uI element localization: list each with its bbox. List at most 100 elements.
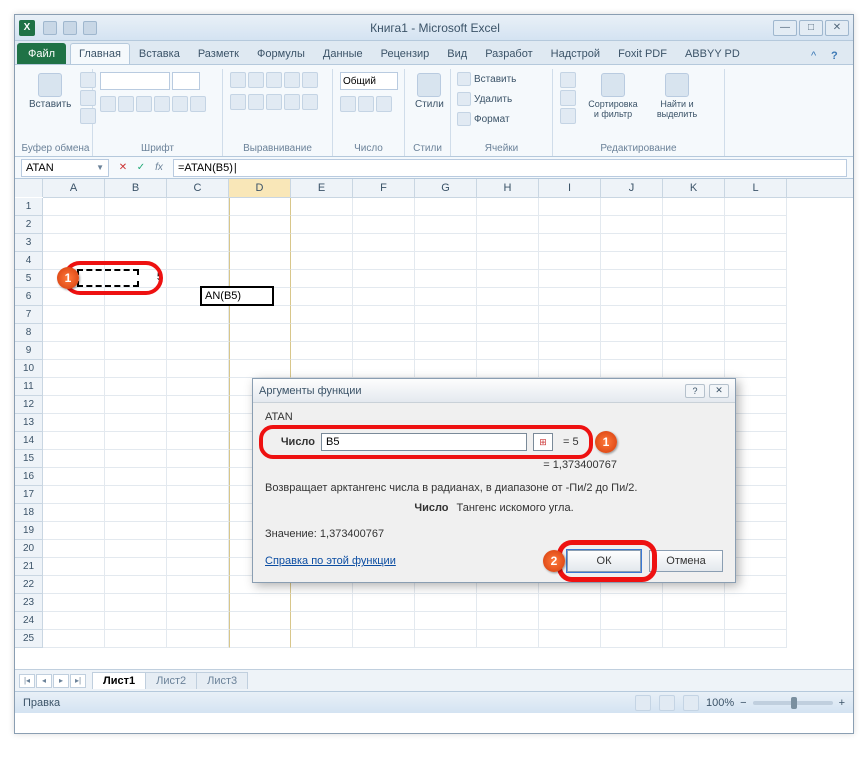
- cell-I10[interactable]: [539, 360, 601, 378]
- cell-B7[interactable]: [105, 306, 167, 324]
- cell-D7[interactable]: [229, 306, 291, 324]
- arg-input[interactable]: [321, 433, 527, 451]
- cell-J1[interactable]: [601, 198, 663, 216]
- cell-I7[interactable]: [539, 306, 601, 324]
- cell-L6[interactable]: [725, 288, 787, 306]
- cell-J5[interactable]: [601, 270, 663, 288]
- select-all-button[interactable]: [15, 179, 43, 197]
- cell-A2[interactable]: [43, 216, 105, 234]
- cell-J24[interactable]: [601, 612, 663, 630]
- merge-icon[interactable]: [302, 94, 318, 110]
- cell-H6[interactable]: [477, 288, 539, 306]
- row-head-25[interactable]: 25: [15, 630, 43, 648]
- col-head-K[interactable]: K: [663, 179, 725, 197]
- cell-A13[interactable]: [43, 414, 105, 432]
- minimize-button[interactable]: —: [773, 20, 797, 36]
- tab-abbyy[interactable]: ABBYY PD: [676, 43, 749, 64]
- sheet-tab-2[interactable]: Лист2: [145, 672, 197, 689]
- cell-H10[interactable]: [477, 360, 539, 378]
- cell-C10[interactable]: [167, 360, 229, 378]
- cell-C23[interactable]: [167, 594, 229, 612]
- cell-A3[interactable]: [43, 234, 105, 252]
- cell-K9[interactable]: [663, 342, 725, 360]
- wrap-text-icon[interactable]: [302, 72, 318, 88]
- cell-F24[interactable]: [353, 612, 415, 630]
- cell-K25[interactable]: [663, 630, 725, 648]
- cell-I9[interactable]: [539, 342, 601, 360]
- cell-G24[interactable]: [415, 612, 477, 630]
- cell-C4[interactable]: [167, 252, 229, 270]
- cell-H1[interactable]: [477, 198, 539, 216]
- cell-I4[interactable]: [539, 252, 601, 270]
- cell-H9[interactable]: [477, 342, 539, 360]
- delete-cells-button[interactable]: Удалить: [457, 92, 512, 106]
- cell-B17[interactable]: [105, 486, 167, 504]
- cell-A16[interactable]: [43, 468, 105, 486]
- align-top-icon[interactable]: [230, 72, 246, 88]
- cell-G23[interactable]: [415, 594, 477, 612]
- cell-F7[interactable]: [353, 306, 415, 324]
- cell-D4[interactable]: [229, 252, 291, 270]
- formula-input[interactable]: =ATAN(B5): [173, 159, 847, 177]
- cell-L1[interactable]: [725, 198, 787, 216]
- cell-A19[interactable]: [43, 522, 105, 540]
- minimize-ribbon-icon[interactable]: ^: [811, 50, 825, 64]
- col-head-D[interactable]: D: [229, 179, 291, 197]
- cell-C15[interactable]: [167, 450, 229, 468]
- cell-B18[interactable]: [105, 504, 167, 522]
- cell-A23[interactable]: [43, 594, 105, 612]
- cell-B25[interactable]: [105, 630, 167, 648]
- cell-K5[interactable]: [663, 270, 725, 288]
- insert-cells-button[interactable]: Вставить: [457, 72, 516, 86]
- row-head-14[interactable]: 14: [15, 432, 43, 450]
- cell-A20[interactable]: [43, 540, 105, 558]
- cell-J8[interactable]: [601, 324, 663, 342]
- col-head-G[interactable]: G: [415, 179, 477, 197]
- chevron-down-icon[interactable]: ▼: [96, 163, 104, 172]
- cell-B11[interactable]: [105, 378, 167, 396]
- cell-C1[interactable]: [167, 198, 229, 216]
- cell-B8[interactable]: [105, 324, 167, 342]
- cell-D10[interactable]: [229, 360, 291, 378]
- row-head-13[interactable]: 13: [15, 414, 43, 432]
- row-head-17[interactable]: 17: [15, 486, 43, 504]
- row-head-4[interactable]: 4: [15, 252, 43, 270]
- sheet-nav-prev-icon[interactable]: ◂: [36, 674, 52, 688]
- close-button[interactable]: ✕: [825, 20, 849, 36]
- redo-icon[interactable]: [83, 21, 97, 35]
- row-head-6[interactable]: 6: [15, 288, 43, 306]
- cancel-formula-icon[interactable]: ✕: [115, 160, 131, 176]
- cell-D6[interactable]: [229, 288, 291, 306]
- align-left-icon[interactable]: [230, 94, 246, 110]
- tab-view[interactable]: Вид: [438, 43, 476, 64]
- cell-F9[interactable]: [353, 342, 415, 360]
- ok-button[interactable]: ОК: [567, 550, 641, 572]
- cell-K1[interactable]: [663, 198, 725, 216]
- tab-data[interactable]: Данные: [314, 43, 372, 64]
- cell-G7[interactable]: [415, 306, 477, 324]
- cell-B13[interactable]: [105, 414, 167, 432]
- cell-A25[interactable]: [43, 630, 105, 648]
- cell-D2[interactable]: [229, 216, 291, 234]
- col-head-C[interactable]: C: [167, 179, 229, 197]
- col-head-E[interactable]: E: [291, 179, 353, 197]
- cell-A10[interactable]: [43, 360, 105, 378]
- cell-C6[interactable]: [167, 288, 229, 306]
- row-head-21[interactable]: 21: [15, 558, 43, 576]
- tab-file[interactable]: Файл: [17, 43, 66, 64]
- cell-B5[interactable]: 5: [105, 270, 167, 288]
- tab-developer[interactable]: Разработ: [476, 43, 541, 64]
- cancel-button[interactable]: Отмена: [649, 550, 723, 572]
- cell-H4[interactable]: [477, 252, 539, 270]
- cell-L4[interactable]: [725, 252, 787, 270]
- cell-C12[interactable]: [167, 396, 229, 414]
- zoom-level[interactable]: 100%: [706, 697, 734, 709]
- cell-B12[interactable]: [105, 396, 167, 414]
- cell-E7[interactable]: [291, 306, 353, 324]
- cell-A8[interactable]: [43, 324, 105, 342]
- cell-G9[interactable]: [415, 342, 477, 360]
- cell-A4[interactable]: [43, 252, 105, 270]
- cell-K6[interactable]: [663, 288, 725, 306]
- cell-C3[interactable]: [167, 234, 229, 252]
- cell-K10[interactable]: [663, 360, 725, 378]
